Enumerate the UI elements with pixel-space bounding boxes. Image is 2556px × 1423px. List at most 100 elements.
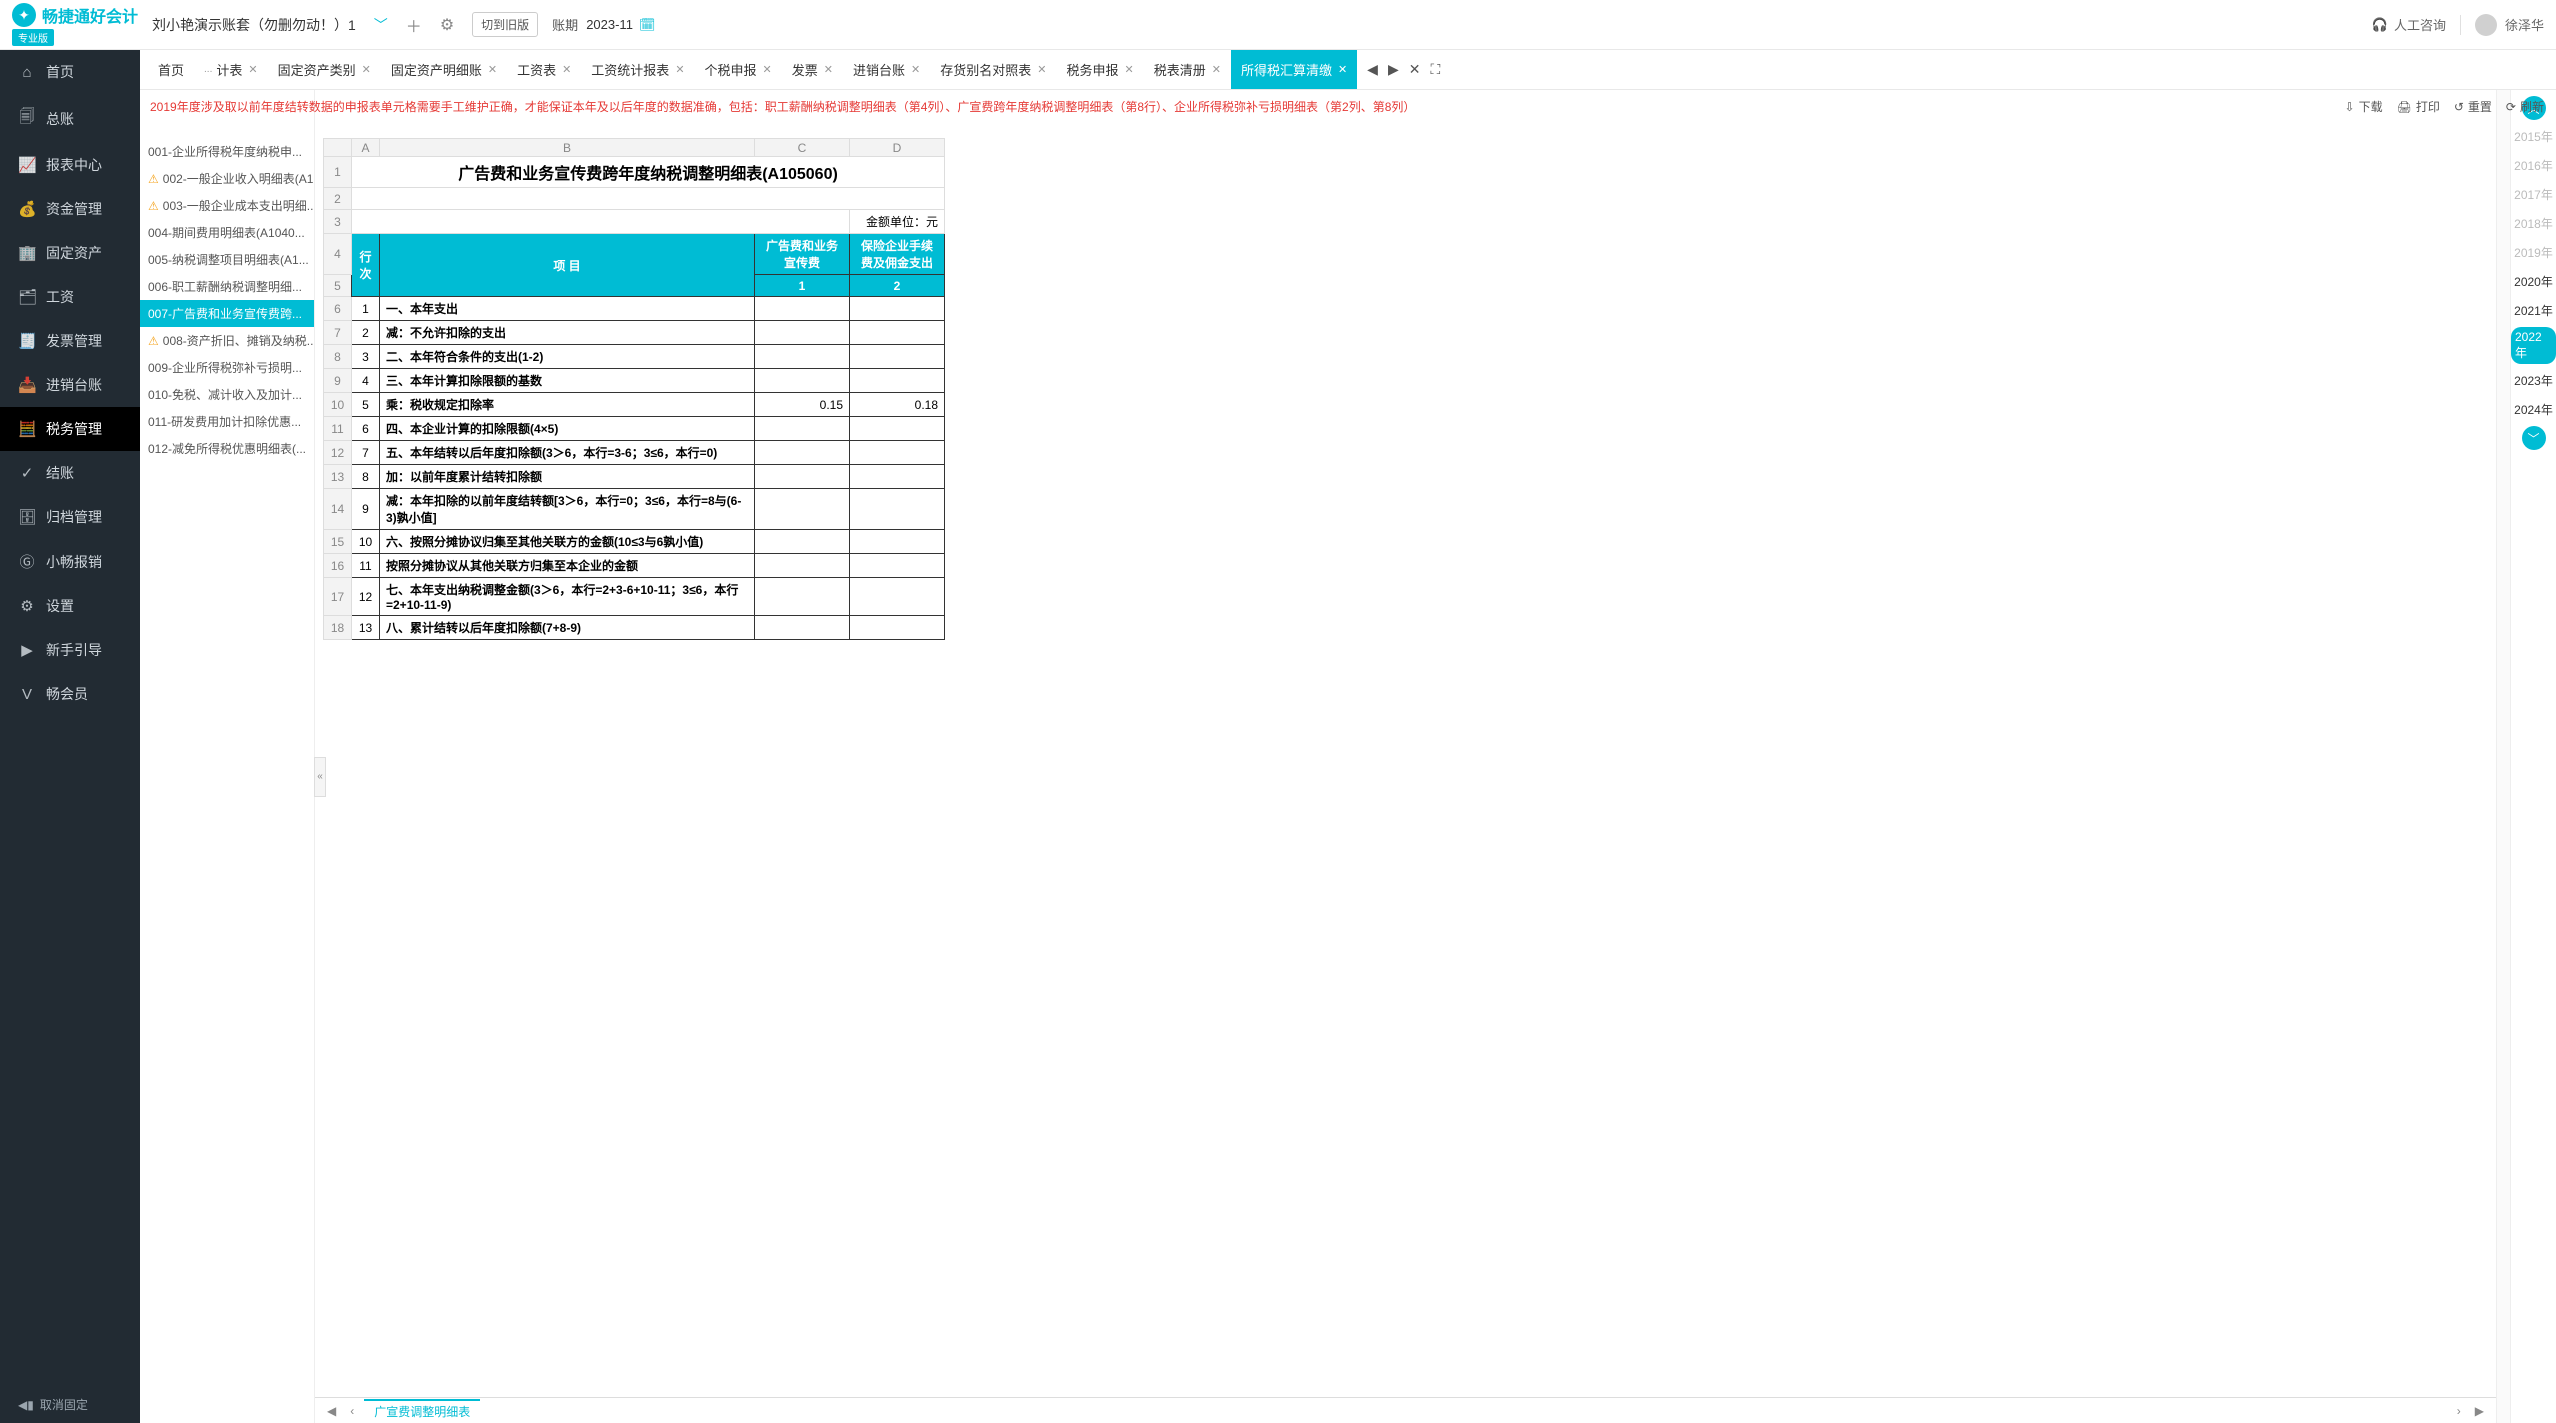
sidebar-item-1[interactable]: 🗐总账 [0, 94, 140, 143]
report-item-9[interactable]: 010-免税、减计收入及加计... [140, 381, 314, 408]
tab-prev[interactable]: ◀ [1367, 61, 1378, 78]
tab-6[interactable]: 个税申报✕ [695, 50, 782, 89]
sidebar-item-7[interactable]: 📥进销台账 [0, 363, 140, 407]
cell-d[interactable] [850, 578, 945, 616]
tab-9[interactable]: 存货别名对照表✕ [930, 50, 1056, 89]
close-icon[interactable]: ✕ [763, 63, 772, 76]
reset-button[interactable]: ↺重置 [2454, 98, 2492, 115]
year-2015年[interactable]: 2015年 [2512, 124, 2555, 149]
sidebar-item-10[interactable]: 🗄归档管理 [0, 495, 140, 539]
cell-d[interactable] [850, 616, 945, 640]
cell-c[interactable] [755, 554, 850, 578]
cell-c[interactable] [755, 417, 850, 441]
year-2023年[interactable]: 2023年 [2512, 368, 2555, 393]
year-2016年[interactable]: 2016年 [2512, 153, 2555, 178]
print-button[interactable]: 🖨打印 [2397, 98, 2440, 115]
sidebar-item-2[interactable]: 📈报表中心 [0, 143, 140, 187]
cell-d[interactable] [850, 530, 945, 554]
calendar-icon[interactable]: 🗓 [639, 17, 656, 33]
sidebar-item-9[interactable]: ✓结账 [0, 451, 140, 495]
sidebar-item-4[interactable]: 🏢固定资产 [0, 231, 140, 275]
year-2022年[interactable]: 2022年 [2511, 327, 2556, 364]
cell-d[interactable] [850, 369, 945, 393]
tab-2[interactable]: 固定资产类别✕ [268, 50, 381, 89]
download-button[interactable]: ⇩下载 [2345, 98, 2383, 115]
cell-d[interactable] [850, 554, 945, 578]
close-icon[interactable]: ✕ [488, 63, 497, 76]
report-item-11[interactable]: 012-减免所得税优惠明细表(... [140, 435, 314, 462]
tab-7[interactable]: 发票✕ [782, 50, 843, 89]
close-icon[interactable]: ✕ [562, 63, 571, 76]
close-icon[interactable]: ✕ [1037, 63, 1046, 76]
year-2018年[interactable]: 2018年 [2512, 211, 2555, 236]
cell-c[interactable] [755, 489, 850, 530]
sidebar-item-13[interactable]: ▶新手引导 [0, 628, 140, 672]
year-2019年[interactable]: 2019年 [2512, 240, 2555, 265]
cell-c[interactable] [755, 345, 850, 369]
tab-close-all[interactable]: ✕ [1409, 61, 1421, 78]
add-icon[interactable]: ＋ [406, 13, 422, 37]
close-icon[interactable]: ✕ [1212, 63, 1221, 76]
sidebar-item-0[interactable]: ⌂首页 [0, 50, 140, 94]
sheet-nav-prev[interactable]: ‹ [346, 1404, 358, 1418]
tab-3[interactable]: 固定资产明细账✕ [381, 50, 507, 89]
sheet-nav-first[interactable]: ◀ [323, 1404, 340, 1418]
user-menu[interactable]: 徐泽华 [2475, 14, 2544, 36]
col-header[interactable]: D [850, 139, 945, 157]
sheet-nav-next[interactable]: › [2453, 1404, 2465, 1418]
close-icon[interactable]: ✕ [362, 63, 371, 76]
close-icon[interactable]: ✕ [911, 63, 920, 76]
cell-d[interactable] [850, 417, 945, 441]
year-2020年[interactable]: 2020年 [2512, 269, 2555, 294]
tab-0[interactable]: 首页 [148, 50, 194, 89]
cell-d[interactable] [850, 297, 945, 321]
sheet-tab[interactable]: 广宣费调整明细表 [364, 1399, 480, 1422]
sidebar-item-11[interactable]: Ⓖ小畅报销 [0, 539, 140, 584]
year-2024年[interactable]: 2024年 [2512, 397, 2555, 422]
tab-1[interactable]: ...计表✕ [194, 50, 268, 89]
cell-d[interactable] [850, 489, 945, 530]
col-header[interactable]: B [380, 139, 755, 157]
tab-10[interactable]: 税务申报✕ [1056, 50, 1143, 89]
cell-c[interactable] [755, 616, 850, 640]
tab-next[interactable]: ▶ [1388, 61, 1399, 78]
sheet-nav-last[interactable]: ▶ [2471, 1404, 2488, 1418]
cell-c[interactable] [755, 578, 850, 616]
cell-d[interactable] [850, 345, 945, 369]
year-down[interactable]: ﹀ [2522, 426, 2546, 450]
cell-c[interactable] [755, 297, 850, 321]
report-item-8[interactable]: 009-企业所得税弥补亏损明... [140, 354, 314, 381]
close-icon[interactable]: ✕ [1338, 63, 1347, 76]
sidebar-item-8[interactable]: 🧮税务管理 [0, 407, 140, 451]
cell-c[interactable] [755, 465, 850, 489]
cell-c[interactable] [755, 530, 850, 554]
cell-d[interactable]: 0.18 [850, 393, 945, 417]
close-icon[interactable]: ✕ [248, 63, 257, 76]
vertical-scrollbar[interactable] [2496, 90, 2510, 1423]
year-2021年[interactable]: 2021年 [2512, 298, 2555, 323]
tab-4[interactable]: 工资表✕ [507, 50, 581, 89]
col-header[interactable]: A [352, 139, 380, 157]
sidebar-unpin[interactable]: ◀▮取消固定 [0, 1386, 140, 1423]
cell-c[interactable] [755, 369, 850, 393]
gear-icon[interactable]: ⚙ [440, 15, 454, 35]
report-item-0[interactable]: 001-企业所得税年度纳税申... [140, 138, 314, 165]
tab-5[interactable]: 工资统计报表✕ [581, 50, 694, 89]
report-item-5[interactable]: 006-职工薪酬纳税调整明细... [140, 273, 314, 300]
year-2017年[interactable]: 2017年 [2512, 182, 2555, 207]
report-item-7[interactable]: ⚠008-资产折旧、摊销及纳税... [140, 327, 314, 354]
cell-c[interactable] [755, 441, 850, 465]
tab-12[interactable]: 所得税汇算清缴✕ [1231, 50, 1357, 89]
period-value[interactable]: 2023-11 [586, 17, 633, 32]
report-item-4[interactable]: 005-纳税调整项目明细表(A1... [140, 246, 314, 273]
cell-c[interactable] [755, 321, 850, 345]
cell-d[interactable] [850, 321, 945, 345]
report-item-3[interactable]: 004-期间费用明细表(A1040... [140, 219, 314, 246]
report-item-6[interactable]: 007-广告费和业务宣传费跨... [140, 300, 314, 327]
close-icon[interactable]: ✕ [1124, 63, 1133, 76]
account-selector[interactable]: 刘小艳演示账套（勿删勿动！）1 [152, 15, 356, 35]
refresh-button[interactable]: ⟳刷新 [2506, 98, 2544, 115]
sidebar-item-14[interactable]: V畅会员 [0, 672, 140, 716]
close-icon[interactable]: ✕ [824, 63, 833, 76]
cell-c[interactable]: 0.15 [755, 393, 850, 417]
